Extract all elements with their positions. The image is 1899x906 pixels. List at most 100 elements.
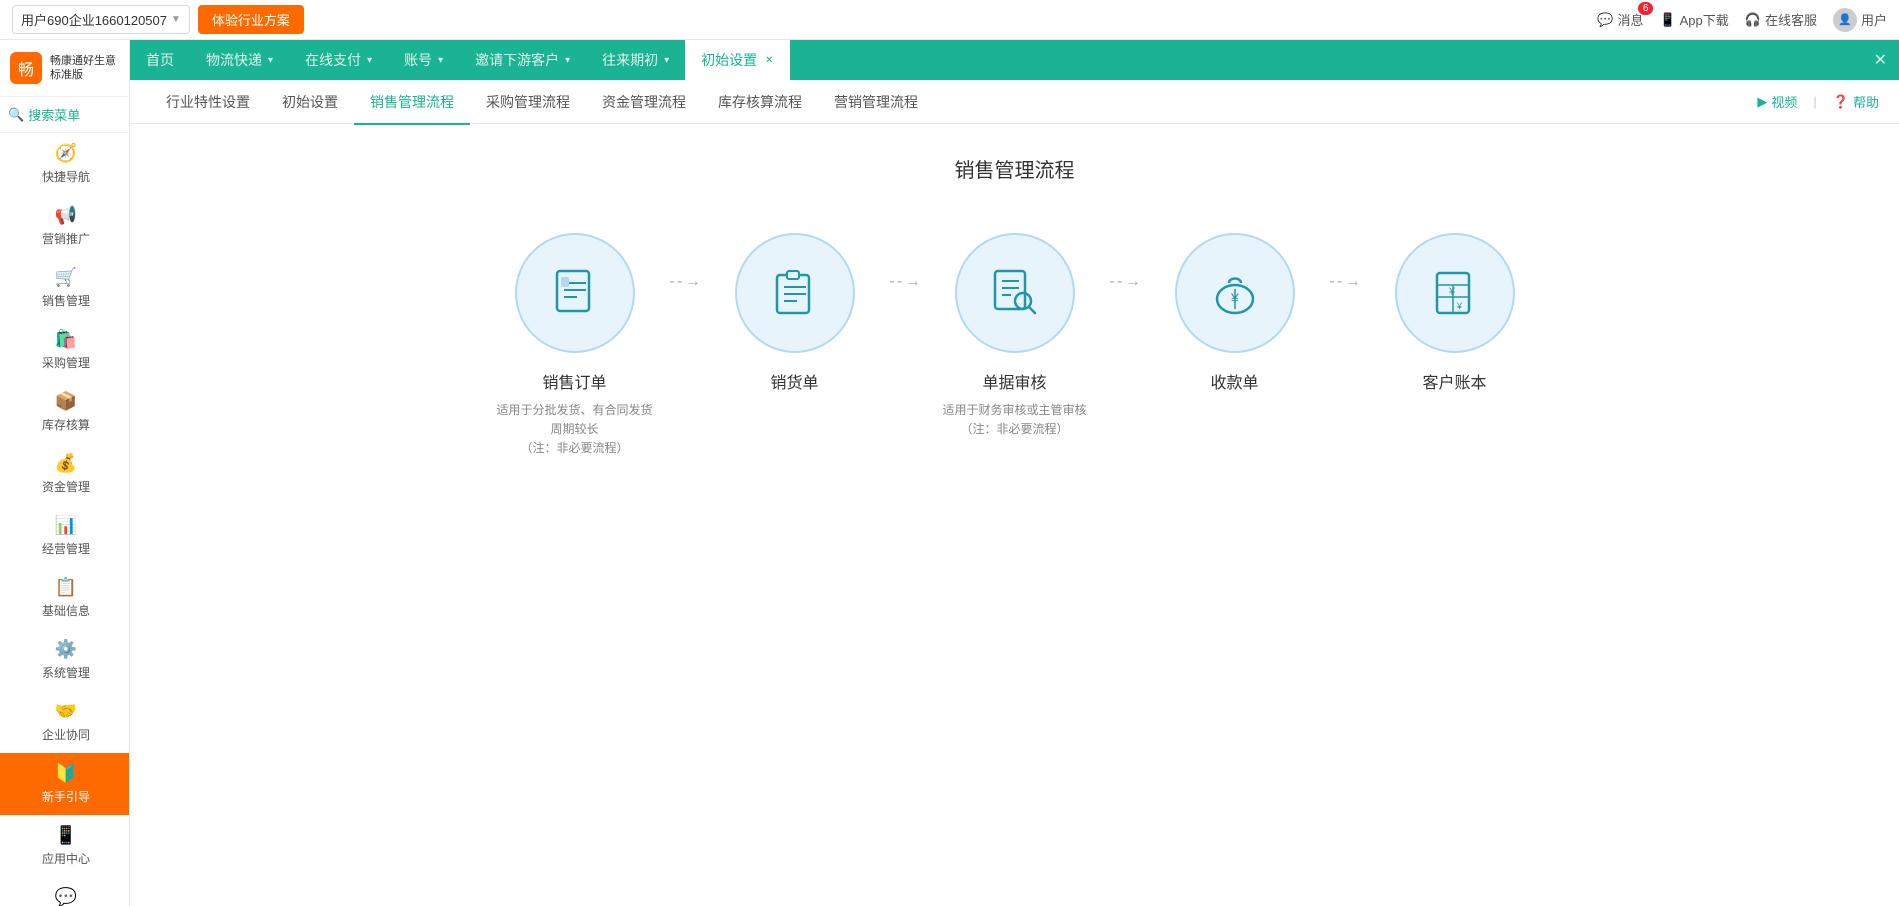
avatar: 👤 [1833, 8, 1857, 32]
sub-tab-label-sales-flow: 销售管理流程 [370, 92, 454, 112]
online-service-label: 在线客服 [1765, 10, 1817, 29]
nav-tab-initial-setup[interactable]: 初始设置✕ [685, 40, 789, 80]
basic-info-label: 基础信息 [42, 602, 90, 619]
message-badge: 6 [1638, 2, 1654, 15]
sidebar-item-enterprise-collab[interactable]: 🤝 企业协同 [0, 691, 129, 753]
flow-step-desc-sales-order: 适用于分批发货、有合同发货周期较长（注：非必要流程） [495, 401, 655, 459]
content-area: 首页物流快递▾在线支付▾账号▾邀请下游客户▾往来期初▾初始设置✕ ✕ 行业特性设… [130, 40, 1899, 906]
app-download-btn[interactable]: 📱 App下载 [1659, 10, 1728, 29]
sub-tab-marketing-flow[interactable]: 营销管理流程 [818, 81, 934, 125]
enterprise-wechat-icon: 💬 [55, 887, 77, 906]
sub-tabs: 行业特性设置 初始设置 销售管理流程 采购管理流程 资金管理流程库存核算流程营销管理流程… [130, 80, 1899, 124]
nav-tabs-bar: 首页物流快递▾在线支付▾账号▾邀请下游客户▾往来期初▾初始设置✕ ✕ [130, 40, 1899, 80]
tab-close-icon[interactable]: ✕ [765, 55, 773, 66]
sub-tab-label-industry-settings: 行业特性设置 [166, 92, 250, 112]
sidebar-item-quick-nav[interactable]: 🧭快捷导航 [0, 133, 129, 195]
top-bar-right: 💬 消息 6 📱 App下载 🎧 在线客服 👤 用户 [1597, 8, 1887, 32]
sidebar-item-system-mgmt[interactable]: ⚙️系统管理 [0, 629, 129, 691]
person-icon: 👤 [1838, 13, 1852, 26]
sidebar-item-new-guide[interactable]: 🔰新手引导 [0, 753, 129, 815]
video-help-btn[interactable]: ▶ 视频 [1757, 92, 1797, 111]
flow-step-sales-invoice[interactable]: 销货单 [715, 233, 875, 401]
message-btn[interactable]: 💬 消息 6 [1597, 10, 1643, 29]
flow-circle-customer-ledger: ¥ ¥ [1395, 233, 1515, 353]
flow-step-customer-ledger[interactable]: ¥ ¥ 客户账本 [1375, 233, 1535, 401]
user-selector[interactable]: 用户690企业1660120507 ▼ [12, 5, 190, 34]
sub-tab-label-initial-setup: 初始设置 [282, 92, 338, 112]
nav-tab-recent-period[interactable]: 往来期初▾ [586, 40, 685, 80]
basic-info-icon: 📋 [55, 577, 77, 598]
sub-tab-finance-flow[interactable]: 资金管理流程 [586, 81, 702, 125]
flow-step-name-document-review: 单据审核 [982, 369, 1046, 393]
enterprise-collab-icon: 🤝 [55, 701, 77, 722]
user-selector-text: 用户690企业1660120507 [21, 10, 167, 29]
nav-tab-label-logistics: 物流快递 [206, 50, 262, 70]
sub-tab-sales-flow[interactable]: 销售管理流程 [354, 81, 470, 125]
logo-icon: 畅 [10, 52, 42, 84]
flow-step-document-review[interactable]: 单据审核 适用于财务审核或主管审核（注：非必要流程） [935, 233, 1095, 439]
sub-tab-initial-setup[interactable]: 初始设置 [266, 81, 354, 125]
quick-nav-label: 快捷导航 [42, 168, 90, 185]
inventory-label: 库存核算 [42, 416, 90, 433]
nav-tab-label-account: 账号 [404, 50, 432, 70]
nav-close-btn[interactable]: ✕ [1874, 50, 1899, 70]
sidebar-item-marketing-promo[interactable]: 📢营销推广 [0, 195, 129, 257]
sidebar-item-basic-info[interactable]: 📋 基础信息 [0, 567, 129, 629]
sidebar-item-app-center[interactable]: 📱应用中心 [0, 815, 129, 877]
marketing-promo-label: 营销推广 [42, 230, 90, 247]
app-download-icon: 📱 [1659, 12, 1675, 28]
dropdown-arrow-icon: ▾ [438, 55, 443, 66]
sub-tab-inventory-flow[interactable]: 库存核算流程 [702, 81, 818, 125]
sidebar-item-purchase-mgmt[interactable]: 🛍️采购管理 [0, 319, 129, 381]
enterprise-collab-label: 企业协同 [42, 726, 90, 743]
page-title: 销售管理流程 [170, 154, 1859, 183]
nav-tab-home[interactable]: 首页 [130, 40, 190, 80]
sub-tab-label-marketing-flow: 营销管理流程 [834, 92, 918, 112]
sub-tabs-right: ▶ 视频 | ❓ 帮助 [1757, 92, 1879, 111]
sales-mgmt-icon: 🛒 [55, 267, 77, 288]
operations-mgmt-icon: 📊 [55, 515, 77, 536]
top-bar: 用户690企业1660120507 ▼ 体验行业方案 💬 消息 6 📱 App下… [0, 0, 1899, 40]
flow-step-sales-order[interactable]: 销售订单 适用于分批发货、有合同发货周期较长（注：非必要流程） [495, 233, 655, 459]
nav-tabs-container: 首页物流快递▾在线支付▾账号▾邀请下游客户▾往来期初▾初始设置✕ [130, 40, 1874, 80]
sidebar-item-sales-mgmt[interactable]: 🛒销售管理 [0, 257, 129, 319]
sub-tab-purchase-flow[interactable]: 采购管理流程 [470, 81, 586, 125]
sub-tab-label-finance-flow: 资金管理流程 [602, 92, 686, 112]
sidebar: 畅 畅康通好生意 标准版 🔍 搜索菜单 🧭快捷导航📢营销推广🛒销售管理🛍️采购管… [0, 40, 130, 906]
experience-btn[interactable]: 体验行业方案 [198, 5, 304, 34]
flow-step-receipt[interactable]: ¥ 收款单 [1155, 233, 1315, 401]
dropdown-arrow-icon: ▾ [565, 55, 570, 66]
online-service-btn[interactable]: 🎧 在线客服 [1745, 10, 1817, 29]
flow-step-name-receipt: 收款单 [1210, 369, 1258, 393]
top-bar-left: 用户690企业1660120507 ▼ 体验行业方案 [12, 5, 304, 34]
flow-arrow-icon: - - → [1095, 233, 1155, 291]
user-display-name: 用户 [1861, 10, 1887, 29]
help-btn[interactable]: ❓ 帮助 [1833, 92, 1879, 111]
search-menu-btn[interactable]: 🔍 搜索菜单 [8, 105, 121, 124]
flow-container: 销售管理流程 销售订单 适用于分批发货、有合同发货周期较长（注：非必要流程） -… [130, 124, 1899, 489]
nav-tab-online-payment[interactable]: 在线支付▾ [289, 40, 388, 80]
sidebar-item-enterprise-wechat[interactable]: 💬企业微信 [0, 877, 129, 906]
video-label: 视频 [1771, 92, 1797, 111]
flow-circle-sales-invoice [735, 233, 855, 353]
nav-tab-logistics[interactable]: 物流快递▾ [190, 40, 289, 80]
flow-step-name-sales-invoice: 销货单 [770, 369, 818, 393]
user-avatar-btn[interactable]: 👤 用户 [1833, 8, 1887, 32]
nav-tab-account[interactable]: 账号 ▾ [388, 40, 459, 80]
search-icon: 🔍 [8, 107, 24, 123]
finance-mgmt-icon: 💰 [55, 453, 77, 474]
sidebar-item-inventory[interactable]: 📦库存核算 [0, 381, 129, 443]
sub-tab-industry-settings[interactable]: 行业特性设置 [150, 81, 266, 125]
sidebar-search[interactable]: 🔍 搜索菜单 [0, 97, 129, 133]
sidebar-item-operations-mgmt[interactable]: 📊经营管理 [0, 505, 129, 567]
flow-step-name-customer-ledger: 客户账本 [1422, 369, 1486, 393]
sub-tab-label-purchase-flow: 采购管理流程 [486, 92, 570, 112]
new-guide-icon: 🔰 [55, 763, 77, 784]
finance-mgmt-label: 资金管理 [42, 478, 90, 495]
logo-text: 畅康通好生意 标准版 [50, 54, 116, 83]
nav-tab-invite-downstream[interactable]: 邀请下游客户▾ [459, 40, 586, 80]
help-label: 帮助 [1853, 92, 1879, 111]
sidebar-item-finance-mgmt[interactable]: 💰 资金管理 [0, 443, 129, 505]
app-center-label: 应用中心 [42, 850, 90, 867]
flow-arrow-icon: - - → [1315, 233, 1375, 291]
